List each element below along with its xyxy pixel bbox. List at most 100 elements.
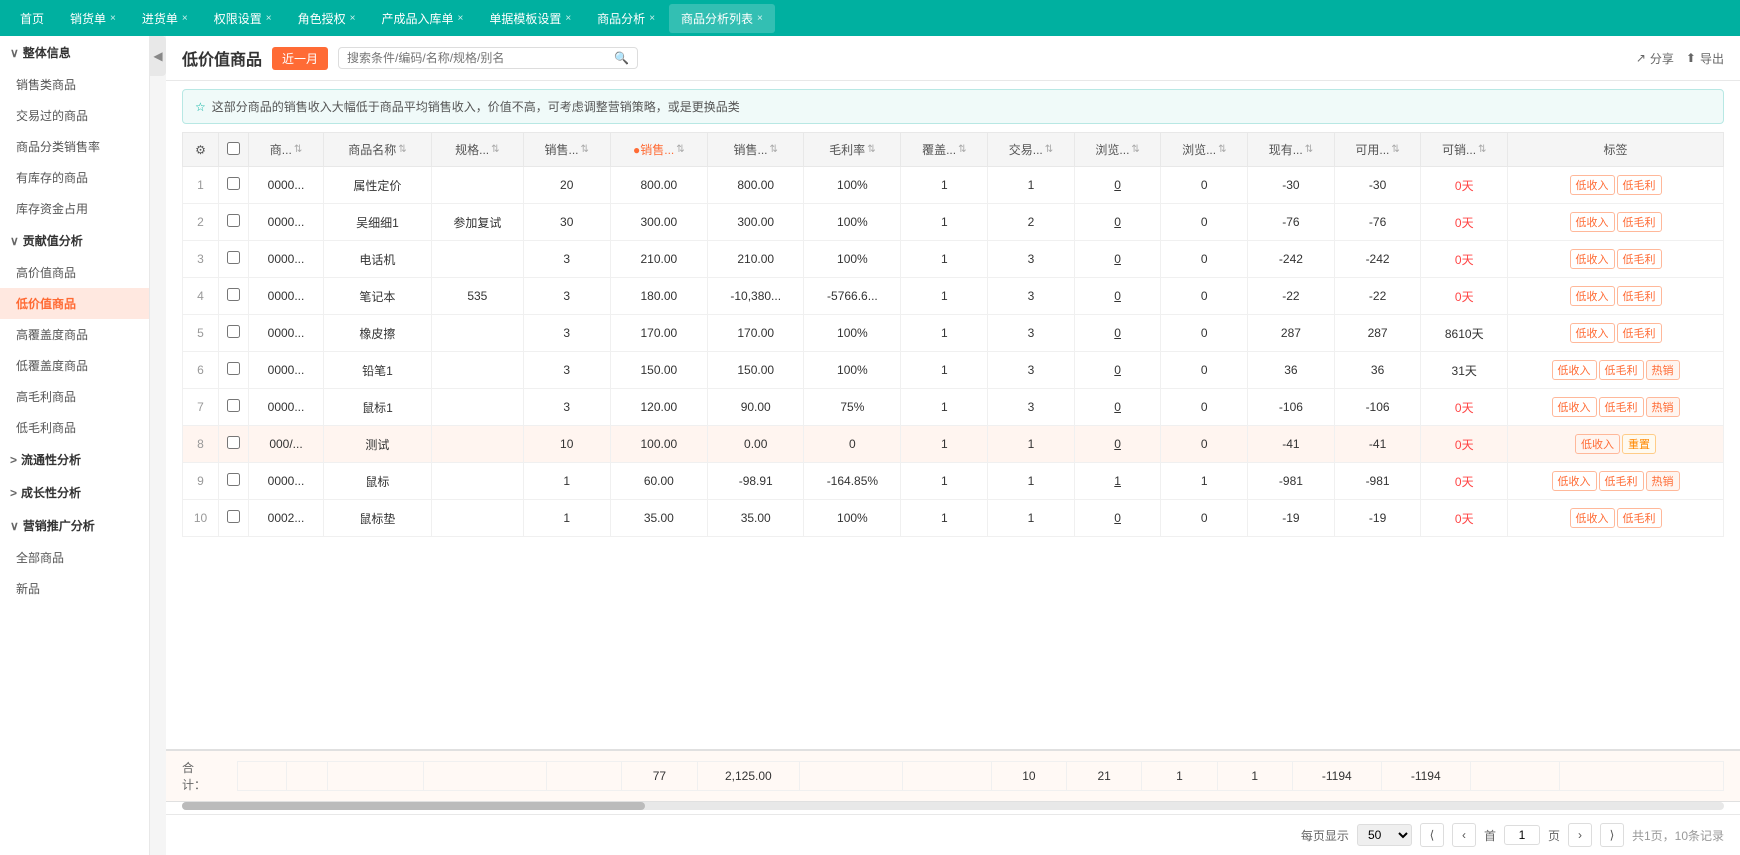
tag: 低收入 [1552,471,1597,491]
row-settings: 3 [183,241,219,278]
nav-close-templates[interactable]: × [565,13,571,24]
row-sales-price: 60.00 [610,463,708,500]
sidebar-item-high-coverage[interactable]: 高覆盖度商品 [0,319,149,350]
row-browse1[interactable]: 0 [1074,241,1161,278]
row-browse1[interactable]: 1 [1074,463,1161,500]
row-checkbox[interactable] [219,426,249,463]
row-code: 0000... [249,241,324,278]
nav-templates[interactable]: 单据模板设置 × [477,4,583,33]
select-all-checkbox[interactable] [227,142,240,155]
col-transaction[interactable]: 交易...⇅ [988,133,1075,167]
row-checkbox[interactable] [219,204,249,241]
nav-analysis-list[interactable]: 商品分析列表 × [669,4,775,33]
row-browse2: 0 [1161,315,1248,352]
row-checkbox[interactable] [219,463,249,500]
col-sellable[interactable]: 可销...⇅ [1421,133,1508,167]
sidebar-item-low-margin[interactable]: 低毛利商品 [0,412,149,443]
sidebar-item-high-margin[interactable]: 高毛利商品 [0,381,149,412]
row-checkbox[interactable] [219,241,249,278]
row-current-stock: -76 [1248,204,1335,241]
sidebar-item-low-value[interactable]: 低价值商品 [0,288,149,319]
nav-roles[interactable]: 角色授权 × [286,4,368,33]
nav-close-permissions[interactable]: × [266,13,272,24]
search-input[interactable] [347,51,610,65]
row-sales-cost: 300.00 [708,204,804,241]
row-sales-cost: 150.00 [708,352,804,389]
col-sales-cost[interactable]: 销售...⇅ [708,133,804,167]
export-button[interactable]: ⬆ 导出 [1686,50,1724,67]
col-margin-rate[interactable]: 毛利率⇅ [804,133,901,167]
first-page-button[interactable]: ⟨ [1420,823,1444,847]
nav-close-analysis-list[interactable]: × [757,13,763,24]
sidebar-group-circulation[interactable]: > 流通性分析 [0,443,149,476]
nav-purchase-order[interactable]: 进货单 × [130,4,200,33]
sidebar-item-stock-products[interactable]: 有库存的商品 [0,162,149,193]
row-transaction: 3 [988,389,1075,426]
row-checkbox[interactable] [219,352,249,389]
col-available-stock[interactable]: 可用...⇅ [1334,133,1421,167]
sidebar-group-overall[interactable]: ∨ 整体信息 [0,36,149,69]
row-browse1[interactable]: 0 [1074,167,1161,204]
nav-close-warehouse[interactable]: × [457,13,463,24]
col-checkbox[interactable] [219,133,249,167]
row-browse1[interactable]: 0 [1074,426,1161,463]
share-button[interactable]: ↗ 分享 [1636,50,1674,67]
nav-home[interactable]: 首页 [8,4,56,33]
page-number-input[interactable] [1504,825,1540,845]
nav-warehouse[interactable]: 产成品入库单 × [369,4,475,33]
row-checkbox[interactable] [219,500,249,537]
nav-close-sales[interactable]: × [110,13,116,24]
row-checkbox[interactable] [219,389,249,426]
tag: 低收入 [1570,286,1615,306]
sidebar-item-sales-products[interactable]: 销售类商品 [0,69,149,100]
nav-product-analysis[interactable]: 商品分析 × [585,4,667,33]
sidebar-item-all-products[interactable]: 全部商品 [0,542,149,573]
col-browse2[interactable]: 浏览...⇅ [1161,133,1248,167]
row-browse1[interactable]: 0 [1074,500,1161,537]
row-browse1[interactable]: 0 [1074,315,1161,352]
nav-close-purchase[interactable]: × [182,13,188,24]
sidebar-item-stock-capital[interactable]: 库存资金占用 [0,193,149,224]
sidebar-group-growth[interactable]: > 成长性分析 [0,476,149,509]
row-name: 笔记本 [324,278,432,315]
last-page-button[interactable]: ⟩ [1600,823,1624,847]
per-page-select[interactable]: 50 100 200 [1357,824,1412,846]
row-browse1[interactable]: 0 [1074,278,1161,315]
row-browse1[interactable]: 0 [1074,389,1161,426]
col-code[interactable]: 商...⇅ [249,133,324,167]
row-browse1[interactable]: 0 [1074,352,1161,389]
col-current-stock[interactable]: 现有...⇅ [1248,133,1335,167]
sidebar-group-marketing[interactable]: ∨ 营销推广分析 [0,509,149,542]
col-spec[interactable]: 规格...⇅ [431,133,523,167]
row-checkbox[interactable] [219,167,249,204]
row-checkbox[interactable] [219,315,249,352]
prev-page-button[interactable]: ‹ [1452,823,1476,847]
sidebar-item-new-products[interactable]: 新品 [0,573,149,604]
nav-permissions[interactable]: 权限设置 × [202,4,284,33]
search-icon[interactable]: 🔍 [614,51,629,65]
sidebar-item-low-coverage[interactable]: 低覆盖度商品 [0,350,149,381]
sidebar-collapse-button[interactable]: ◀ [150,36,166,76]
row-available-stock: -76 [1334,204,1421,241]
sidebar-item-high-value[interactable]: 高价值商品 [0,257,149,288]
col-sales-price[interactable]: ●销售...⇅ [610,133,708,167]
total-sales-price: 2,125.00 [697,762,800,791]
sidebar-group-contribution[interactable]: ∨ 贡献值分析 [0,224,149,257]
nav-close-analysis[interactable]: × [649,13,655,24]
col-coverage[interactable]: 覆盖...⇅ [901,133,988,167]
date-filter-button[interactable]: 近一月 [272,47,328,70]
row-sales-cost: 90.00 [708,389,804,426]
row-checkbox[interactable] [219,278,249,315]
col-name[interactable]: 商品名称⇅ [324,133,432,167]
tag: 低毛利 [1617,323,1662,343]
col-browse1[interactable]: 浏览...⇅ [1074,133,1161,167]
nav-sales-order[interactable]: 销货单 × [58,4,128,33]
sidebar-item-category-rate[interactable]: 商品分类销售率 [0,131,149,162]
nav-close-roles[interactable]: × [350,13,356,24]
sidebar-item-traded-products[interactable]: 交易过的商品 [0,100,149,131]
next-page-button[interactable]: › [1568,823,1592,847]
row-browse1[interactable]: 0 [1074,204,1161,241]
row-current-stock: 287 [1248,315,1335,352]
col-settings[interactable]: ⚙ [183,133,219,167]
col-sales-qty[interactable]: 销售...⇅ [523,133,610,167]
